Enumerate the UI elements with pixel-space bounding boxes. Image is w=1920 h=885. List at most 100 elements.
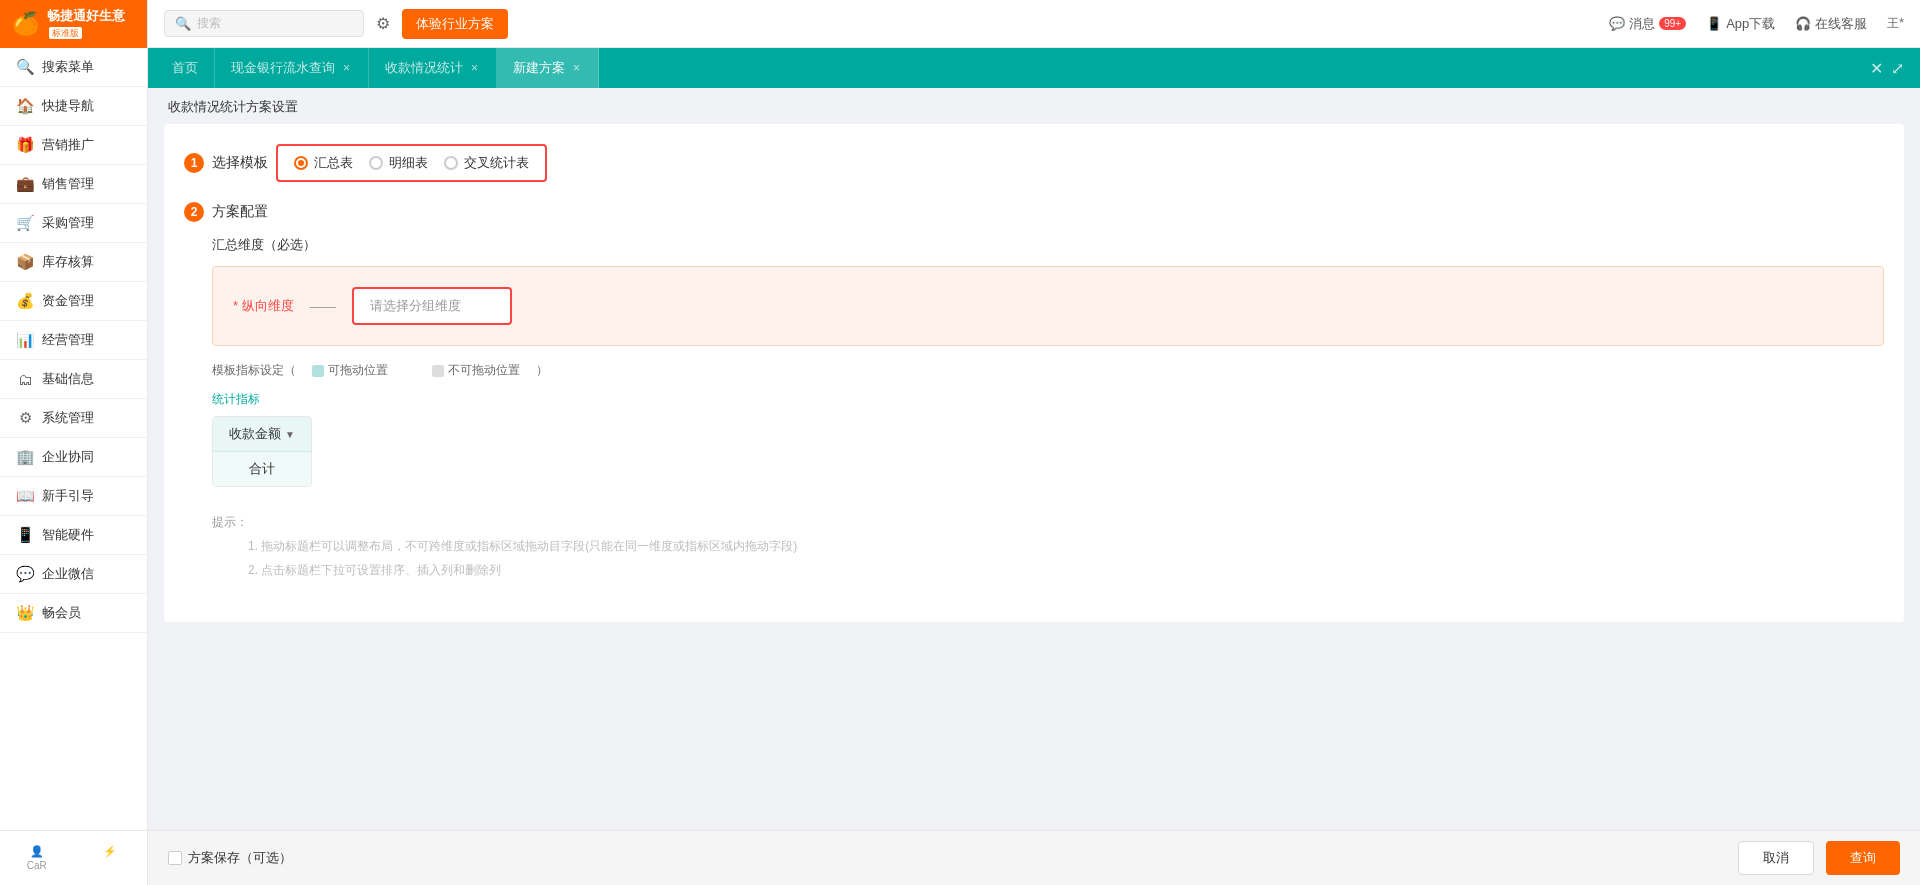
sidebar-item-label-quick-nav: 快捷导航 bbox=[42, 97, 94, 115]
gear-icon[interactable]: ⚙ bbox=[376, 14, 390, 33]
download-icon: 📱 bbox=[1706, 16, 1722, 31]
sidebar-item-label-funds: 资金管理 bbox=[42, 292, 94, 310]
operations-icon: 📊 bbox=[16, 331, 34, 349]
save-checkbox[interactable]: 方案保存（可选） bbox=[168, 849, 292, 867]
sidebar-item-marketing[interactable]: 🎁 营销推广 bbox=[0, 126, 147, 165]
step1-section: 1 选择模板 汇总表 明细表 bbox=[184, 144, 1884, 182]
sidebar-item-label-beginner: 新手引导 bbox=[42, 487, 94, 505]
tab-new-plan[interactable]: 新建方案 × bbox=[497, 48, 599, 88]
tab-bank-flow[interactable]: 现金银行流水查询 × bbox=[215, 48, 369, 88]
content: 收款情况统计方案设置 1 选择模板 汇总表 bbox=[148, 88, 1920, 885]
tab-bar: 首页 现金银行流水查询 × 收款情况统计 × 新建方案 × ✕ ⤢ bbox=[148, 48, 1920, 88]
basic-info-icon: 🗂 bbox=[16, 371, 34, 388]
sidebar-item-sales[interactable]: 💼 销售管理 bbox=[0, 165, 147, 204]
home-icon: 🏠 bbox=[16, 97, 34, 115]
sidebar-item-system[interactable]: ⚙ 系统管理 bbox=[0, 399, 147, 438]
enterprise-icon: 🏢 bbox=[16, 448, 34, 466]
template-option-detail[interactable]: 明细表 bbox=[369, 154, 428, 172]
sidebar-bottom-item1[interactable]: 👤 CaR bbox=[0, 839, 74, 877]
step2-header: 2 方案配置 bbox=[184, 202, 1884, 222]
sidebar-item-label-sales: 销售管理 bbox=[42, 175, 94, 193]
bottom-label1: CaR bbox=[27, 860, 47, 871]
trial-button[interactable]: 体验行业方案 bbox=[402, 9, 508, 39]
search-box[interactable]: 🔍 搜索 bbox=[164, 10, 364, 37]
tab-new-plan-label: 新建方案 bbox=[513, 59, 565, 77]
legend-undraggable: 不可拖动位置 bbox=[432, 362, 520, 379]
save-checkbox-box[interactable] bbox=[168, 851, 182, 865]
sidebar-item-smart-hw[interactable]: 📱 智能硬件 bbox=[0, 516, 147, 555]
tab-home[interactable]: 首页 bbox=[156, 48, 215, 88]
indicator-header-cell: 收款金额 ▼ bbox=[213, 417, 311, 451]
system-icon: ⚙ bbox=[16, 409, 34, 427]
radio-cross[interactable] bbox=[444, 156, 458, 170]
vertical-dim-label: * 纵向维度 bbox=[233, 297, 294, 315]
query-button[interactable]: 查询 bbox=[1826, 841, 1900, 875]
tip-label: 提示： bbox=[212, 510, 1884, 534]
sidebar-bottom-item2[interactable]: ⚡ bbox=[74, 839, 148, 877]
step1-title: 选择模板 bbox=[212, 154, 268, 172]
tab-collection-stat-label: 收款情况统计 bbox=[385, 59, 463, 77]
cancel-button[interactable]: 取消 bbox=[1738, 841, 1814, 875]
sidebar-item-enterprise[interactable]: 🏢 企业协同 bbox=[0, 438, 147, 477]
bottom-icon1: 👤 bbox=[30, 845, 44, 858]
template-option-summary[interactable]: 汇总表 bbox=[294, 154, 353, 172]
beginner-icon: 📖 bbox=[16, 487, 34, 505]
sidebar-item-label-inventory: 库存核算 bbox=[42, 253, 94, 271]
window-close-btn[interactable]: ✕ bbox=[1870, 59, 1883, 78]
dimension-select[interactable]: 请选择分组维度 bbox=[352, 287, 512, 325]
page-header: 收款情况统计方案设置 bbox=[148, 88, 1920, 124]
main: 🔍 搜索 ⚙ 体验行业方案 💬 消息 99+ 📱 App下载 🎧 在线客服 王* bbox=[148, 0, 1920, 885]
tab-bank-flow-close[interactable]: × bbox=[341, 61, 352, 75]
template-option-cross[interactable]: 交叉统计表 bbox=[444, 154, 529, 172]
window-controls: ✕ ⤢ bbox=[1870, 59, 1912, 78]
indicator-header[interactable]: 收款金额 ▼ bbox=[213, 417, 311, 452]
step1-header: 1 选择模板 汇总表 明细表 bbox=[184, 144, 1884, 182]
service-icon: 🎧 bbox=[1795, 16, 1811, 31]
template-options-box: 汇总表 明细表 交叉统计表 bbox=[276, 144, 547, 182]
sidebar-item-operations[interactable]: 📊 经营管理 bbox=[0, 321, 147, 360]
sidebar-item-wechat[interactable]: 💬 企业微信 bbox=[0, 555, 147, 594]
sidebar-item-beginner[interactable]: 📖 新手引导 bbox=[0, 477, 147, 516]
tab-collection-stat-close[interactable]: × bbox=[469, 61, 480, 75]
legend-separator bbox=[404, 362, 416, 379]
inventory-icon: 📦 bbox=[16, 253, 34, 271]
topbar-actions: 💬 消息 99+ 📱 App下载 🎧 在线客服 王* bbox=[1609, 15, 1904, 33]
user-name[interactable]: 王* bbox=[1887, 15, 1904, 32]
radio-summary-dot bbox=[298, 160, 304, 166]
sidebar-item-basic-info[interactable]: 🗂 基础信息 bbox=[0, 360, 147, 399]
step2-badge: 2 bbox=[184, 202, 204, 222]
download-action[interactable]: 📱 App下载 bbox=[1706, 15, 1775, 33]
undraggable-dot bbox=[432, 365, 444, 377]
radio-summary[interactable] bbox=[294, 156, 308, 170]
tab-new-plan-close[interactable]: × bbox=[571, 61, 582, 75]
funds-icon: 💰 bbox=[16, 292, 34, 310]
search-placeholder-text: 搜索 bbox=[197, 15, 221, 32]
sales-icon: 💼 bbox=[16, 175, 34, 193]
indicator-dropdown-arrow[interactable]: ▼ bbox=[285, 429, 295, 440]
draggable-dot bbox=[312, 365, 324, 377]
sidebar-item-label-smart-hw: 智能硬件 bbox=[42, 526, 94, 544]
notification-action[interactable]: 💬 消息 99+ bbox=[1609, 15, 1686, 33]
indicator-settings: 模板指标设定（ 可拖动位置 不可拖动位置 ） bbox=[212, 362, 1884, 490]
sidebar-item-label-member: 畅会员 bbox=[42, 604, 81, 622]
indicator-settings-label: 模板指标设定（ bbox=[212, 362, 296, 379]
sidebar-item-search-menu[interactable]: 🔍 搜索菜单 bbox=[0, 48, 147, 87]
search-menu-icon: 🔍 bbox=[16, 58, 34, 76]
sidebar-item-funds[interactable]: 💰 资金管理 bbox=[0, 282, 147, 321]
legend-draggable: 可拖动位置 bbox=[312, 362, 388, 379]
radio-detail[interactable] bbox=[369, 156, 383, 170]
service-label: 在线客服 bbox=[1815, 15, 1867, 33]
tip2: 2. 点击标题栏下拉可设置排序、插入列和删除列 bbox=[212, 558, 1884, 582]
sidebar-item-inventory[interactable]: 📦 库存核算 bbox=[0, 243, 147, 282]
tab-collection-stat[interactable]: 收款情况统计 × bbox=[369, 48, 497, 88]
template-option-detail-label: 明细表 bbox=[389, 154, 428, 172]
step2-title: 方案配置 bbox=[212, 203, 268, 221]
sidebar-item-member[interactable]: 👑 畅会员 bbox=[0, 594, 147, 633]
sidebar-item-purchase[interactable]: 🛒 采购管理 bbox=[0, 204, 147, 243]
main-card: 1 选择模板 汇总表 明细表 bbox=[164, 124, 1904, 622]
download-label: App下载 bbox=[1726, 15, 1775, 33]
window-expand-btn[interactable]: ⤢ bbox=[1891, 59, 1904, 78]
service-action[interactable]: 🎧 在线客服 bbox=[1795, 15, 1867, 33]
search-icon: 🔍 bbox=[175, 16, 191, 31]
sidebar-item-quick-nav[interactable]: 🏠 快捷导航 bbox=[0, 87, 147, 126]
